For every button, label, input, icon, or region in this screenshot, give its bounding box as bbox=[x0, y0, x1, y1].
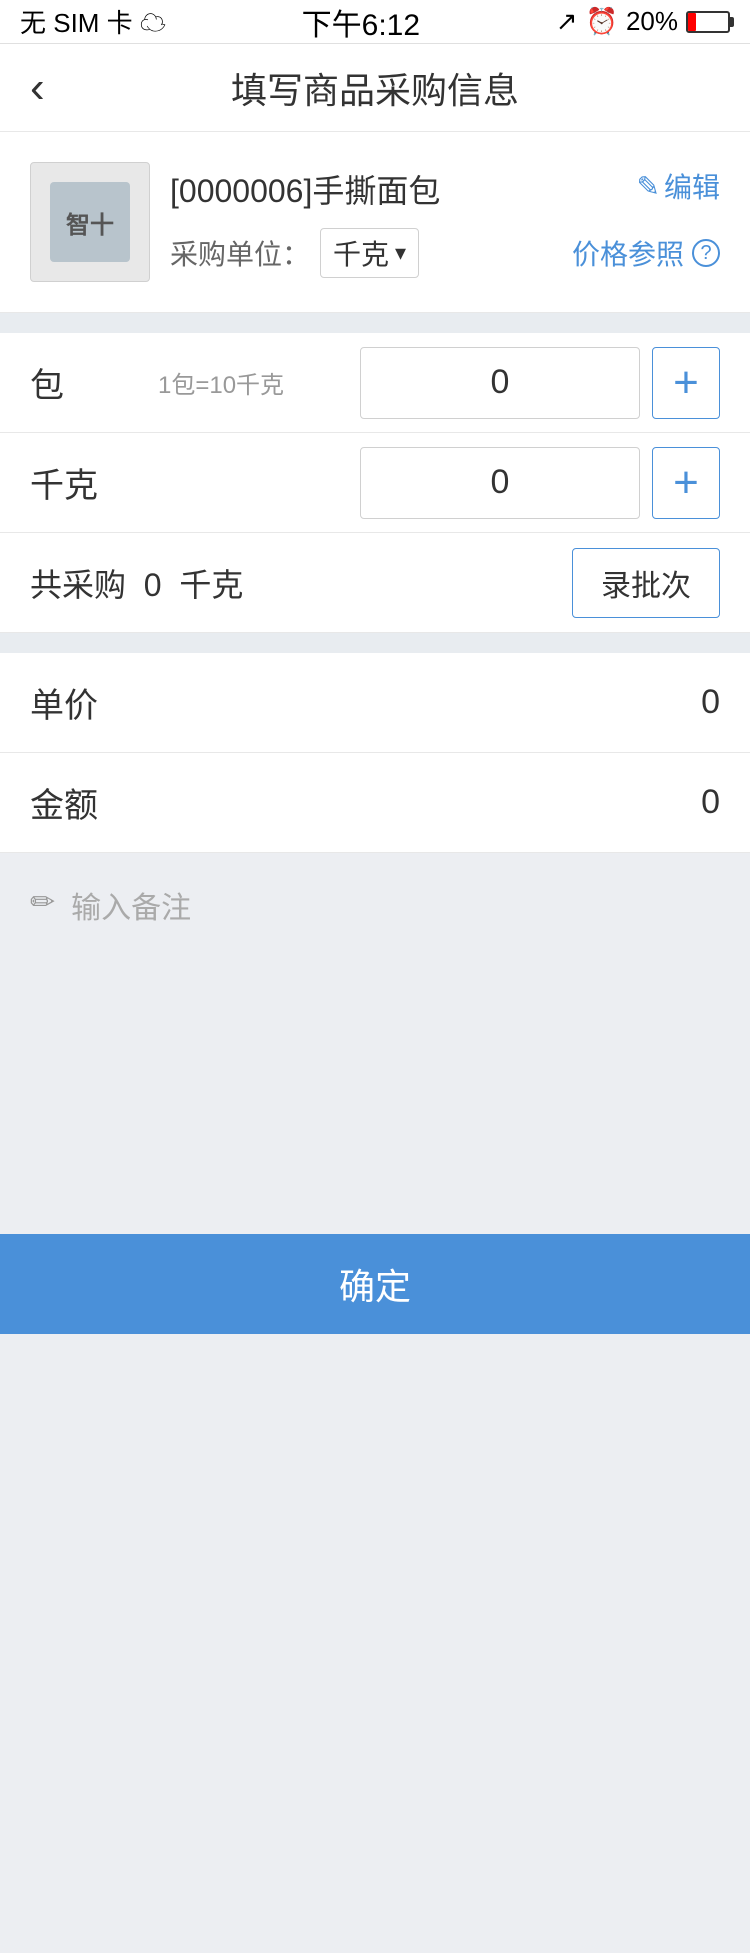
input-section: 包 1包=10千克 0 + 千克 0 + 共采购 0 千克 录批次 bbox=[0, 333, 750, 633]
no-sim-text: 无 SIM 卡 ☁ bbox=[20, 3, 166, 40]
summary-unit: 千克 bbox=[179, 567, 243, 603]
kg-value: 0 bbox=[491, 463, 510, 502]
bao-input-row: 包 1包=10千克 0 + bbox=[0, 333, 750, 433]
kg-quantity-input[interactable]: 0 bbox=[360, 447, 640, 519]
amount-row: 金额 0 bbox=[0, 753, 750, 853]
battery-icon bbox=[686, 11, 730, 33]
remark-section[interactable]: ✏ 输入备注 bbox=[0, 853, 750, 1053]
bao-label: 包 bbox=[30, 358, 150, 407]
status-right: ↗ ⏰ 20% bbox=[556, 6, 730, 37]
price-section: 单价 0 金额 0 bbox=[0, 653, 750, 853]
unit-price-value: 0 bbox=[701, 683, 720, 722]
price-ref-label: 价格参照 bbox=[572, 233, 684, 273]
product-card: 智十 [0000006]手撕面包 ✎ 编辑 采购单位： 千克 ▾ 价格参照 ? bbox=[0, 132, 750, 313]
location-icon: ↗ bbox=[556, 6, 578, 37]
help-icon: ? bbox=[692, 239, 720, 267]
product-thumb-text: 智十 bbox=[66, 205, 114, 240]
unit-price-label: 单价 bbox=[30, 678, 98, 727]
edit-icon: ✎ bbox=[637, 170, 660, 203]
kg-input-row: 千克 0 + bbox=[0, 433, 750, 533]
divider-2 bbox=[0, 633, 750, 653]
product-thumb-logo: 智十 bbox=[50, 182, 130, 262]
unit-value: 千克 bbox=[333, 233, 389, 273]
nav-bar: ‹ 填写商品采购信息 bbox=[0, 44, 750, 132]
summary-row: 共采购 0 千克 录批次 bbox=[0, 533, 750, 633]
battery-text: 20% bbox=[626, 6, 678, 37]
alarm-icon: ⏰ bbox=[586, 6, 618, 37]
divider-1 bbox=[0, 313, 750, 333]
kg-label: 千克 bbox=[30, 458, 150, 507]
kg-plus-button[interactable]: + bbox=[652, 447, 720, 519]
unit-price-row: 单价 0 bbox=[0, 653, 750, 753]
remark-placeholder: 输入备注 bbox=[71, 883, 191, 927]
status-time: 下午6:12 bbox=[302, 0, 420, 44]
product-info: [0000006]手撕面包 ✎ 编辑 采购单位： 千克 ▾ 价格参照 ? bbox=[170, 166, 720, 278]
product-unit-row: 采购单位： 千克 ▾ 价格参照 ? bbox=[170, 228, 720, 278]
status-bar: 无 SIM 卡 ☁ 下午6:12 ↗ ⏰ 20% bbox=[0, 0, 750, 44]
product-header: [0000006]手撕面包 ✎ 编辑 bbox=[170, 166, 720, 212]
page-title: 填写商品采购信息 bbox=[231, 62, 519, 114]
summary-text: 共采购 0 千克 bbox=[30, 560, 243, 606]
unit-label: 采购单位： bbox=[170, 233, 310, 273]
price-ref-button[interactable]: 价格参照 ? bbox=[572, 233, 720, 273]
bao-quantity-input[interactable]: 0 bbox=[360, 347, 640, 419]
unit-select[interactable]: 千克 ▾ bbox=[320, 228, 419, 278]
unit-selector-group: 采购单位： 千克 ▾ bbox=[170, 228, 419, 278]
amount-value: 0 bbox=[701, 783, 720, 822]
product-thumbnail: 智十 bbox=[30, 162, 150, 282]
confirm-button[interactable]: 确定 bbox=[0, 1234, 750, 1334]
product-name: [0000006]手撕面包 bbox=[170, 166, 440, 212]
bao-value: 0 bbox=[491, 363, 510, 402]
confirm-label: 确定 bbox=[339, 1258, 411, 1310]
amount-label: 金额 bbox=[30, 778, 98, 827]
summary-amount: 0 bbox=[144, 567, 162, 603]
back-button[interactable]: ‹ bbox=[30, 63, 45, 113]
main-background bbox=[0, 1053, 750, 1953]
bao-sub-label: 1包=10千克 bbox=[158, 365, 284, 400]
chevron-down-icon: ▾ bbox=[395, 240, 406, 266]
batch-button[interactable]: 录批次 bbox=[572, 548, 720, 618]
status-left: 无 SIM 卡 ☁ bbox=[20, 3, 166, 40]
edit-button[interactable]: ✎ 编辑 bbox=[637, 166, 720, 206]
summary-prefix: 共采购 bbox=[30, 567, 126, 603]
pencil-icon: ✏ bbox=[30, 885, 55, 920]
edit-label: 编辑 bbox=[664, 166, 720, 206]
bao-plus-button[interactable]: + bbox=[652, 347, 720, 419]
